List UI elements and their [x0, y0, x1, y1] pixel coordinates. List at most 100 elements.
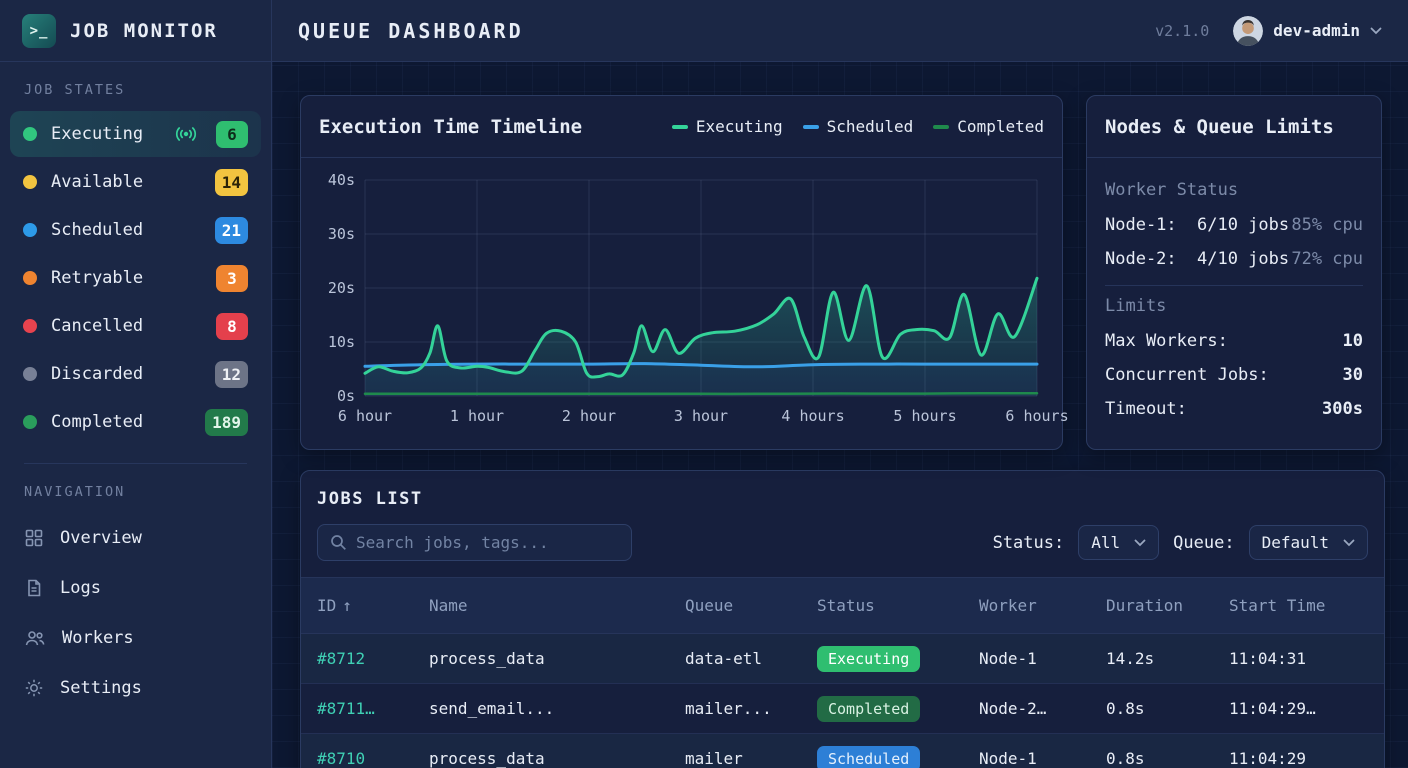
top-bar-main: QUEUE DASHBOARD v2.1.0 dev-admin: [272, 0, 1408, 61]
top-cards-row: Execution Time Timeline Executing Schedul…: [300, 95, 1385, 450]
svg-text:30s: 30s: [328, 225, 355, 243]
workers-icon: [24, 628, 46, 648]
jobs-header: JOBS LIST: [301, 471, 1384, 509]
nodes-card: Nodes & Queue Limits Worker Status Node-…: [1086, 95, 1382, 450]
user-menu[interactable]: dev-admin: [1233, 15, 1382, 46]
svg-text:10s: 10s: [328, 333, 355, 351]
column-header-start-time[interactable]: Start Time: [1229, 596, 1368, 615]
table-row[interactable]: #8710 process_data mailer Scheduled Node-1 0.…: [301, 734, 1384, 768]
state-dot: [23, 367, 37, 381]
jobs-table-body: #8712 process_data data-etl Executing Node-1…: [301, 634, 1384, 768]
sidebar-state-scheduled[interactable]: Scheduled 21: [10, 207, 261, 253]
job-duration: 0.8s: [1106, 749, 1145, 768]
jobs-controls: Status: All Queue: Default: [301, 509, 1384, 577]
layout: JOB STATES Executing 6 Available 14 Schedule…: [0, 62, 1408, 768]
job-duration: 0.8s: [1106, 699, 1145, 718]
state-dot: [23, 127, 37, 141]
svg-text:5 hours: 5 hours: [893, 407, 956, 425]
limit-value: 30: [1342, 365, 1363, 385]
job-queue: data-etl: [685, 649, 763, 668]
search-box: [317, 524, 632, 561]
timeline-title: Execution Time Timeline: [319, 115, 583, 138]
node-cpu: 85% cpu: [1291, 215, 1363, 235]
main-content: Execution Time Timeline Executing Schedul…: [272, 62, 1408, 768]
search-input[interactable]: [356, 533, 619, 552]
logs-icon: [24, 578, 44, 598]
sidebar-state-completed[interactable]: Completed 189: [10, 399, 261, 445]
chart-legend: Executing Scheduled Completed: [671, 117, 1044, 136]
version-label: v2.1.0: [1155, 21, 1210, 40]
job-duration: 14.2s: [1106, 649, 1155, 668]
chevron-down-icon: [1370, 27, 1382, 35]
table-row[interactable]: #8712 process_data data-etl Executing Node-1…: [301, 634, 1384, 684]
legend-dash: [933, 124, 950, 129]
legend-item-completed[interactable]: Completed: [933, 117, 1044, 136]
limit-label: Timeout:: [1105, 399, 1187, 419]
live-icon: [174, 126, 198, 142]
job-id-link[interactable]: #8711…: [317, 699, 375, 718]
chart-body: 0s 10s 20s 30s 40s 6 hour 1 hour 2 hour 3 hour 4 …: [301, 158, 1069, 450]
svg-text:6 hour: 6 hour: [338, 407, 392, 425]
timeline-card: Execution Time Timeline Executing Schedul…: [300, 95, 1069, 450]
nav-item-label: Workers: [62, 628, 134, 648]
status-badge: Completed: [817, 695, 921, 722]
state-count-badge: 6: [216, 120, 248, 148]
job-name: process_data: [429, 649, 545, 668]
state-label: Discarded: [51, 364, 144, 384]
sidebar-state-executing[interactable]: Executing 6: [10, 111, 261, 157]
column-header-duration[interactable]: Duration: [1106, 596, 1229, 615]
svg-text:1 hour: 1 hour: [450, 407, 504, 425]
timeline-card-header: Execution Time Timeline Executing Schedul…: [301, 96, 1062, 158]
overview-icon: [24, 528, 44, 548]
sidebar-item-logs[interactable]: Logs: [10, 563, 261, 613]
legend-item-scheduled[interactable]: Scheduled: [802, 117, 914, 136]
svg-text:20s: 20s: [328, 279, 355, 297]
sidebar-state-available[interactable]: Available 14: [10, 159, 261, 205]
column-header-id[interactable]: ID ↑: [317, 596, 429, 615]
state-label: Completed: [51, 412, 144, 432]
status-filter[interactable]: All: [1078, 525, 1160, 560]
limit-value: 300s: [1322, 399, 1363, 419]
legend-label: Scheduled: [826, 117, 914, 136]
sidebar-item-settings[interactable]: Settings: [10, 663, 261, 713]
sidebar-item-overview[interactable]: Overview: [10, 513, 261, 563]
queue-filter-label: Queue:: [1173, 532, 1235, 553]
state-count-badge: 21: [214, 216, 248, 244]
navigation-list: Overview Logs Workers Settings: [0, 513, 271, 713]
node-status-row: Node-2: 4/10 jobs 72% cpu: [1105, 249, 1363, 269]
limit-row: Timeout: 300s: [1105, 399, 1363, 419]
job-name: process_data: [429, 749, 545, 768]
node-name: Node-2:: [1105, 249, 1177, 269]
sidebar-state-retryable[interactable]: Retryable 3: [10, 255, 261, 301]
sidebar-state-cancelled[interactable]: Cancelled 8: [10, 303, 261, 349]
job-worker: Node-1: [979, 649, 1037, 668]
search-icon: [330, 534, 347, 551]
sidebar-item-workers[interactable]: Workers: [10, 613, 261, 663]
column-header-name[interactable]: Name: [429, 596, 685, 615]
legend-label: Completed: [957, 117, 1044, 136]
filters: Status: All Queue: Default: [993, 525, 1368, 560]
job-id-link[interactable]: #8710: [317, 749, 365, 768]
column-header-worker[interactable]: Worker: [979, 596, 1106, 615]
timeline-chart: 0s 10s 20s 30s 40s 6 hour 1 hour 2 hour 3 hour 4 …: [328, 171, 1069, 425]
job-start-time: 11:04:29: [1229, 749, 1307, 768]
node-jobs: 6/10 jobs: [1197, 215, 1290, 235]
sidebar-state-discarded[interactable]: Discarded 12: [10, 351, 261, 397]
svg-text:6 hours: 6 hours: [1005, 407, 1068, 425]
queue-filter[interactable]: Default: [1248, 525, 1368, 560]
job-id-link[interactable]: #8712: [317, 649, 365, 668]
column-header-queue[interactable]: Queue: [685, 596, 817, 615]
status-filter-value: All: [1091, 533, 1121, 552]
legend-item-executing[interactable]: Executing: [671, 117, 783, 136]
svg-text:2 hour: 2 hour: [562, 407, 616, 425]
queue-filter-value: Default: [1261, 533, 1329, 552]
state-dot: [23, 319, 37, 333]
job-name: send_email...: [429, 699, 555, 718]
table-row[interactable]: #8711… send_email... mailer... Completed Nod…: [301, 684, 1384, 734]
state-label: Scheduled: [51, 220, 144, 240]
node-name: Node-1:: [1105, 215, 1177, 235]
column-header-status[interactable]: Status: [817, 596, 979, 615]
node-status-row: Node-1: 6/10 jobs 85% cpu: [1105, 215, 1363, 235]
limit-rows: Max Workers: 10 Concurrent Jobs: 30 Timeout:…: [1105, 331, 1363, 419]
nodes-body: Worker Status Node-1: 6/10 jobs 85% cpu Nod…: [1087, 158, 1381, 445]
